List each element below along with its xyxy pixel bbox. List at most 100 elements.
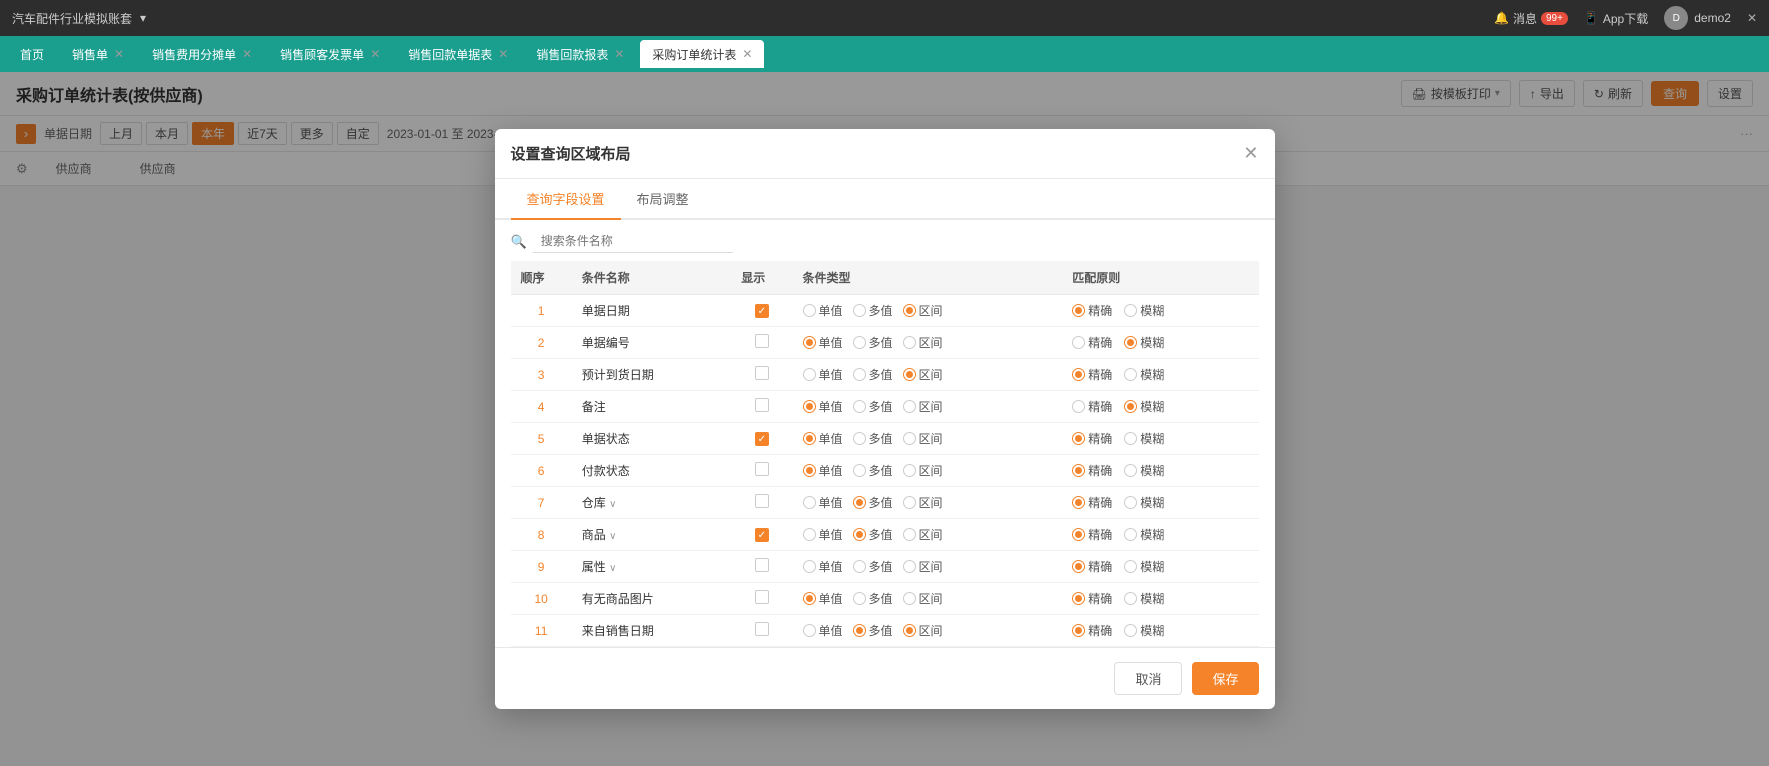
app-download-area[interactable]: 📱 App下载 [1584, 10, 1648, 27]
cond-type-radio-multi[interactable]: 多值 [853, 494, 893, 511]
cond-type-radio-multi[interactable]: 多值 [853, 462, 893, 479]
display-checkbox[interactable] [755, 398, 769, 412]
match-rule-radio-exact[interactable]: 精确 [1072, 366, 1112, 383]
match-rule-radio-exact[interactable]: 精确 [1072, 590, 1112, 607]
row-display[interactable] [731, 391, 792, 423]
row-display[interactable]: ✓ [731, 295, 792, 327]
match-rule-radio-exact[interactable]: 精确 [1072, 302, 1112, 319]
dialog-close-button[interactable]: ✕ [1243, 143, 1258, 164]
notification-area[interactable]: 🔔 消息 99+ [1494, 10, 1568, 27]
cond-type-radio-multi[interactable]: 多值 [853, 430, 893, 447]
row-display[interactable] [731, 615, 792, 647]
cond-type-radio-multi[interactable]: 多值 [853, 302, 893, 319]
cond-type-radio-single[interactable]: 单值 [803, 302, 843, 319]
tab-sales-invoice-close[interactable]: ✕ [370, 47, 380, 61]
display-checkbox[interactable] [755, 366, 769, 380]
display-checkbox[interactable] [755, 334, 769, 348]
tab-sales-order[interactable]: 销售单 ✕ [60, 40, 136, 68]
search-input[interactable] [533, 230, 733, 253]
cond-type-radio-single[interactable]: 单值 [803, 558, 843, 575]
window-close-icon[interactable]: ✕ [1747, 11, 1757, 25]
display-checkbox[interactable]: ✓ [755, 528, 769, 542]
cancel-button[interactable]: 取消 [1114, 662, 1182, 695]
match-rule-radio-fuzzy[interactable]: 模糊 [1124, 398, 1164, 415]
cond-type-radio-single[interactable]: 单值 [803, 494, 843, 511]
display-checkbox[interactable] [755, 558, 769, 572]
tab-sales-invoice[interactable]: 销售顾客发票单 ✕ [268, 40, 392, 68]
match-rule-radio-fuzzy[interactable]: 模糊 [1124, 590, 1164, 607]
tab-purchase-stats[interactable]: 采购订单统计表 ✕ [640, 40, 764, 68]
cond-type-radio-multi[interactable]: 多值 [853, 558, 893, 575]
cond-type-radio-single[interactable]: 单值 [803, 430, 843, 447]
row-display[interactable] [731, 359, 792, 391]
match-rule-radio-exact[interactable]: 精确 [1072, 430, 1112, 447]
tab-sales-report[interactable]: 销售回款报表 ✕ [524, 40, 636, 68]
row-display[interactable] [731, 583, 792, 615]
cond-type-radio-single[interactable]: 单值 [803, 462, 843, 479]
cond-type-radio-range[interactable]: 区间 [903, 622, 943, 639]
tab-sales-expense-close[interactable]: ✕ [242, 47, 252, 61]
dialog-tab-query-fields[interactable]: 查询字段设置 [511, 179, 621, 220]
cond-type-radio-multi[interactable]: 多值 [853, 622, 893, 639]
row-display[interactable]: ✓ [731, 423, 792, 455]
cond-type-radio-range[interactable]: 区间 [903, 366, 943, 383]
match-rule-radio-fuzzy[interactable]: 模糊 [1124, 302, 1164, 319]
cond-type-radio-range[interactable]: 区间 [903, 590, 943, 607]
match-rule-radio-fuzzy[interactable]: 模糊 [1124, 462, 1164, 479]
cond-type-radio-single[interactable]: 单值 [803, 526, 843, 543]
dialog-tab-layout[interactable]: 布局调整 [621, 179, 705, 220]
match-rule-radio-fuzzy[interactable]: 模糊 [1124, 430, 1164, 447]
cond-type-radio-range[interactable]: 区间 [903, 558, 943, 575]
cond-type-radio-multi[interactable]: 多值 [853, 398, 893, 415]
match-rule-radio-exact[interactable]: 精确 [1072, 334, 1112, 351]
match-rule-radio-exact[interactable]: 精确 [1072, 462, 1112, 479]
user-area[interactable]: D demo2 [1664, 6, 1731, 30]
cond-type-radio-multi[interactable]: 多值 [853, 366, 893, 383]
cond-type-radio-range[interactable]: 区间 [903, 302, 943, 319]
cond-type-radio-range[interactable]: 区间 [903, 526, 943, 543]
save-button[interactable]: 保存 [1192, 662, 1258, 695]
cond-type-radio-multi[interactable]: 多值 [853, 526, 893, 543]
cond-type-radio-single[interactable]: 单值 [803, 366, 843, 383]
row-display[interactable]: ✓ [731, 519, 792, 551]
cond-type-radio-multi[interactable]: 多值 [853, 334, 893, 351]
row-display[interactable] [731, 455, 792, 487]
match-rule-radio-exact[interactable]: 精确 [1072, 398, 1112, 415]
match-rule-radio-fuzzy[interactable]: 模糊 [1124, 334, 1164, 351]
cond-type-radio-range[interactable]: 区间 [903, 494, 943, 511]
cond-type-radio-range[interactable]: 区间 [903, 462, 943, 479]
cond-type-radio-single[interactable]: 单值 [803, 334, 843, 351]
row-display[interactable] [731, 487, 792, 519]
cond-type-radio-single[interactable]: 单值 [803, 622, 843, 639]
display-checkbox[interactable] [755, 494, 769, 508]
cond-type-radio-multi[interactable]: 多值 [853, 590, 893, 607]
match-rule-radio-exact[interactable]: 精确 [1072, 622, 1112, 639]
tab-sales-order-close[interactable]: ✕ [114, 47, 124, 61]
display-checkbox[interactable] [755, 622, 769, 636]
tab-sales-report-close[interactable]: ✕ [614, 47, 624, 61]
cond-type-radio-single[interactable]: 单值 [803, 398, 843, 415]
cond-type-radio-range[interactable]: 区间 [903, 398, 943, 415]
match-rule-radio-fuzzy[interactable]: 模糊 [1124, 366, 1164, 383]
tab-sales-expense[interactable]: 销售费用分摊单 ✕ [140, 40, 264, 68]
match-rule-radio-fuzzy[interactable]: 模糊 [1124, 526, 1164, 543]
app-dropdown-icon[interactable]: ▾ [140, 11, 146, 25]
tab-sales-receipt[interactable]: 销售回款单据表 ✕ [396, 40, 520, 68]
display-checkbox[interactable] [755, 462, 769, 476]
cond-type-radio-single[interactable]: 单值 [803, 590, 843, 607]
tab-sales-receipt-close[interactable]: ✕ [498, 47, 508, 61]
cond-type-radio-range[interactable]: 区间 [903, 334, 943, 351]
match-rule-radio-fuzzy[interactable]: 模糊 [1124, 558, 1164, 575]
row-display[interactable] [731, 551, 792, 583]
cond-type-radio-range[interactable]: 区间 [903, 430, 943, 447]
display-checkbox[interactable] [755, 590, 769, 604]
tab-home[interactable]: 首页 [8, 40, 56, 68]
row-display[interactable] [731, 327, 792, 359]
display-checkbox[interactable]: ✓ [755, 432, 769, 446]
match-rule-radio-fuzzy[interactable]: 模糊 [1124, 494, 1164, 511]
match-rule-radio-exact[interactable]: 精确 [1072, 526, 1112, 543]
match-rule-radio-fuzzy[interactable]: 模糊 [1124, 622, 1164, 639]
match-rule-radio-exact[interactable]: 精确 [1072, 558, 1112, 575]
tab-purchase-stats-close[interactable]: ✕ [742, 47, 752, 61]
display-checkbox[interactable]: ✓ [755, 304, 769, 318]
